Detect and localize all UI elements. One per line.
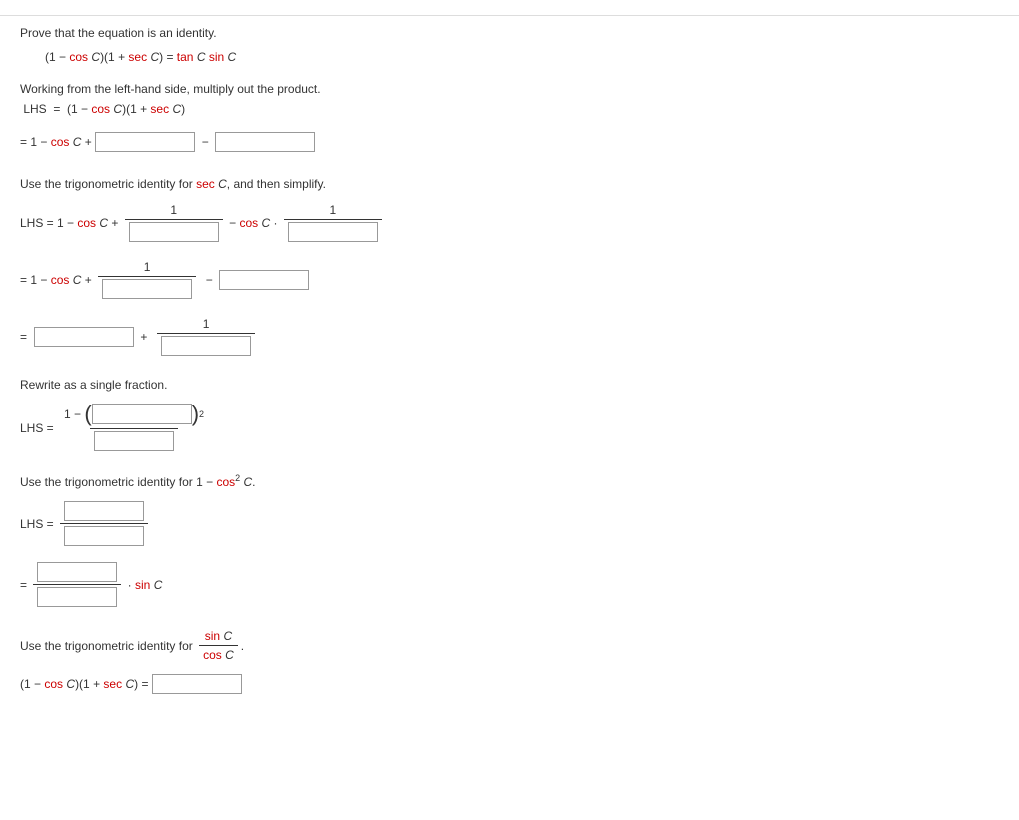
step2-line1: LHS = 1 − cos C + 1 − cos C · 1	[20, 203, 999, 242]
step4-input3[interactable]	[37, 562, 117, 582]
step1-line2: = 1 − cos C + −	[20, 132, 999, 152]
step1-instruction: Working from the left-hand side, multipl…	[20, 82, 999, 96]
step3-line: LHS = 1 − ( )2	[20, 404, 999, 451]
step2-input6[interactable]	[161, 336, 251, 356]
identity-equation: (1 − cos C)(1 + sec C) = tan C sin C	[45, 50, 999, 64]
frac-numerator-4: 1	[192, 317, 220, 333]
step2-line2: = 1 − cos C + 1 −	[20, 260, 999, 299]
step4-input1[interactable]	[64, 501, 144, 521]
step3-input2[interactable]	[94, 431, 174, 451]
step1-input2[interactable]	[215, 132, 315, 152]
step1-line1: LHS = (1 − cos C)(1 + sec C)	[20, 102, 999, 116]
step2-input1[interactable]	[129, 222, 219, 242]
frac-numerator-3: 1	[133, 260, 161, 276]
step1-input1[interactable]	[95, 132, 195, 152]
step3-input1[interactable]	[92, 404, 192, 424]
step4-input4[interactable]	[37, 587, 117, 607]
frac-numerator-1: 1	[160, 203, 188, 219]
step3-num-prefix: 1 −	[64, 407, 84, 421]
frac-numerator-2: 1	[319, 203, 347, 219]
step3-exponent: 2	[199, 409, 204, 419]
step4-line2: = · sin C	[20, 562, 999, 607]
step4-instruction: Use the trigonometric identity for 1 − c…	[20, 473, 999, 489]
step2-instruction: Use the trigonometric identity for sec C…	[20, 177, 999, 191]
step2-input4[interactable]	[219, 270, 309, 290]
step4-line1: LHS =	[20, 501, 999, 546]
step3-instruction: Rewrite as a single fraction.	[20, 378, 999, 392]
step2-line3: = + 1	[20, 317, 999, 356]
step2-input3[interactable]	[102, 279, 192, 299]
step4-input2[interactable]	[64, 526, 144, 546]
step5-input1[interactable]	[152, 674, 242, 694]
step2-input5[interactable]	[34, 327, 134, 347]
step5-final: (1 − cos C)(1 + sec C) =	[20, 674, 999, 694]
step5-instruction: Use the trigonometric identity for sin C…	[20, 629, 999, 662]
problem-title: Prove that the equation is an identity.	[20, 26, 999, 40]
step2-input2[interactable]	[288, 222, 378, 242]
